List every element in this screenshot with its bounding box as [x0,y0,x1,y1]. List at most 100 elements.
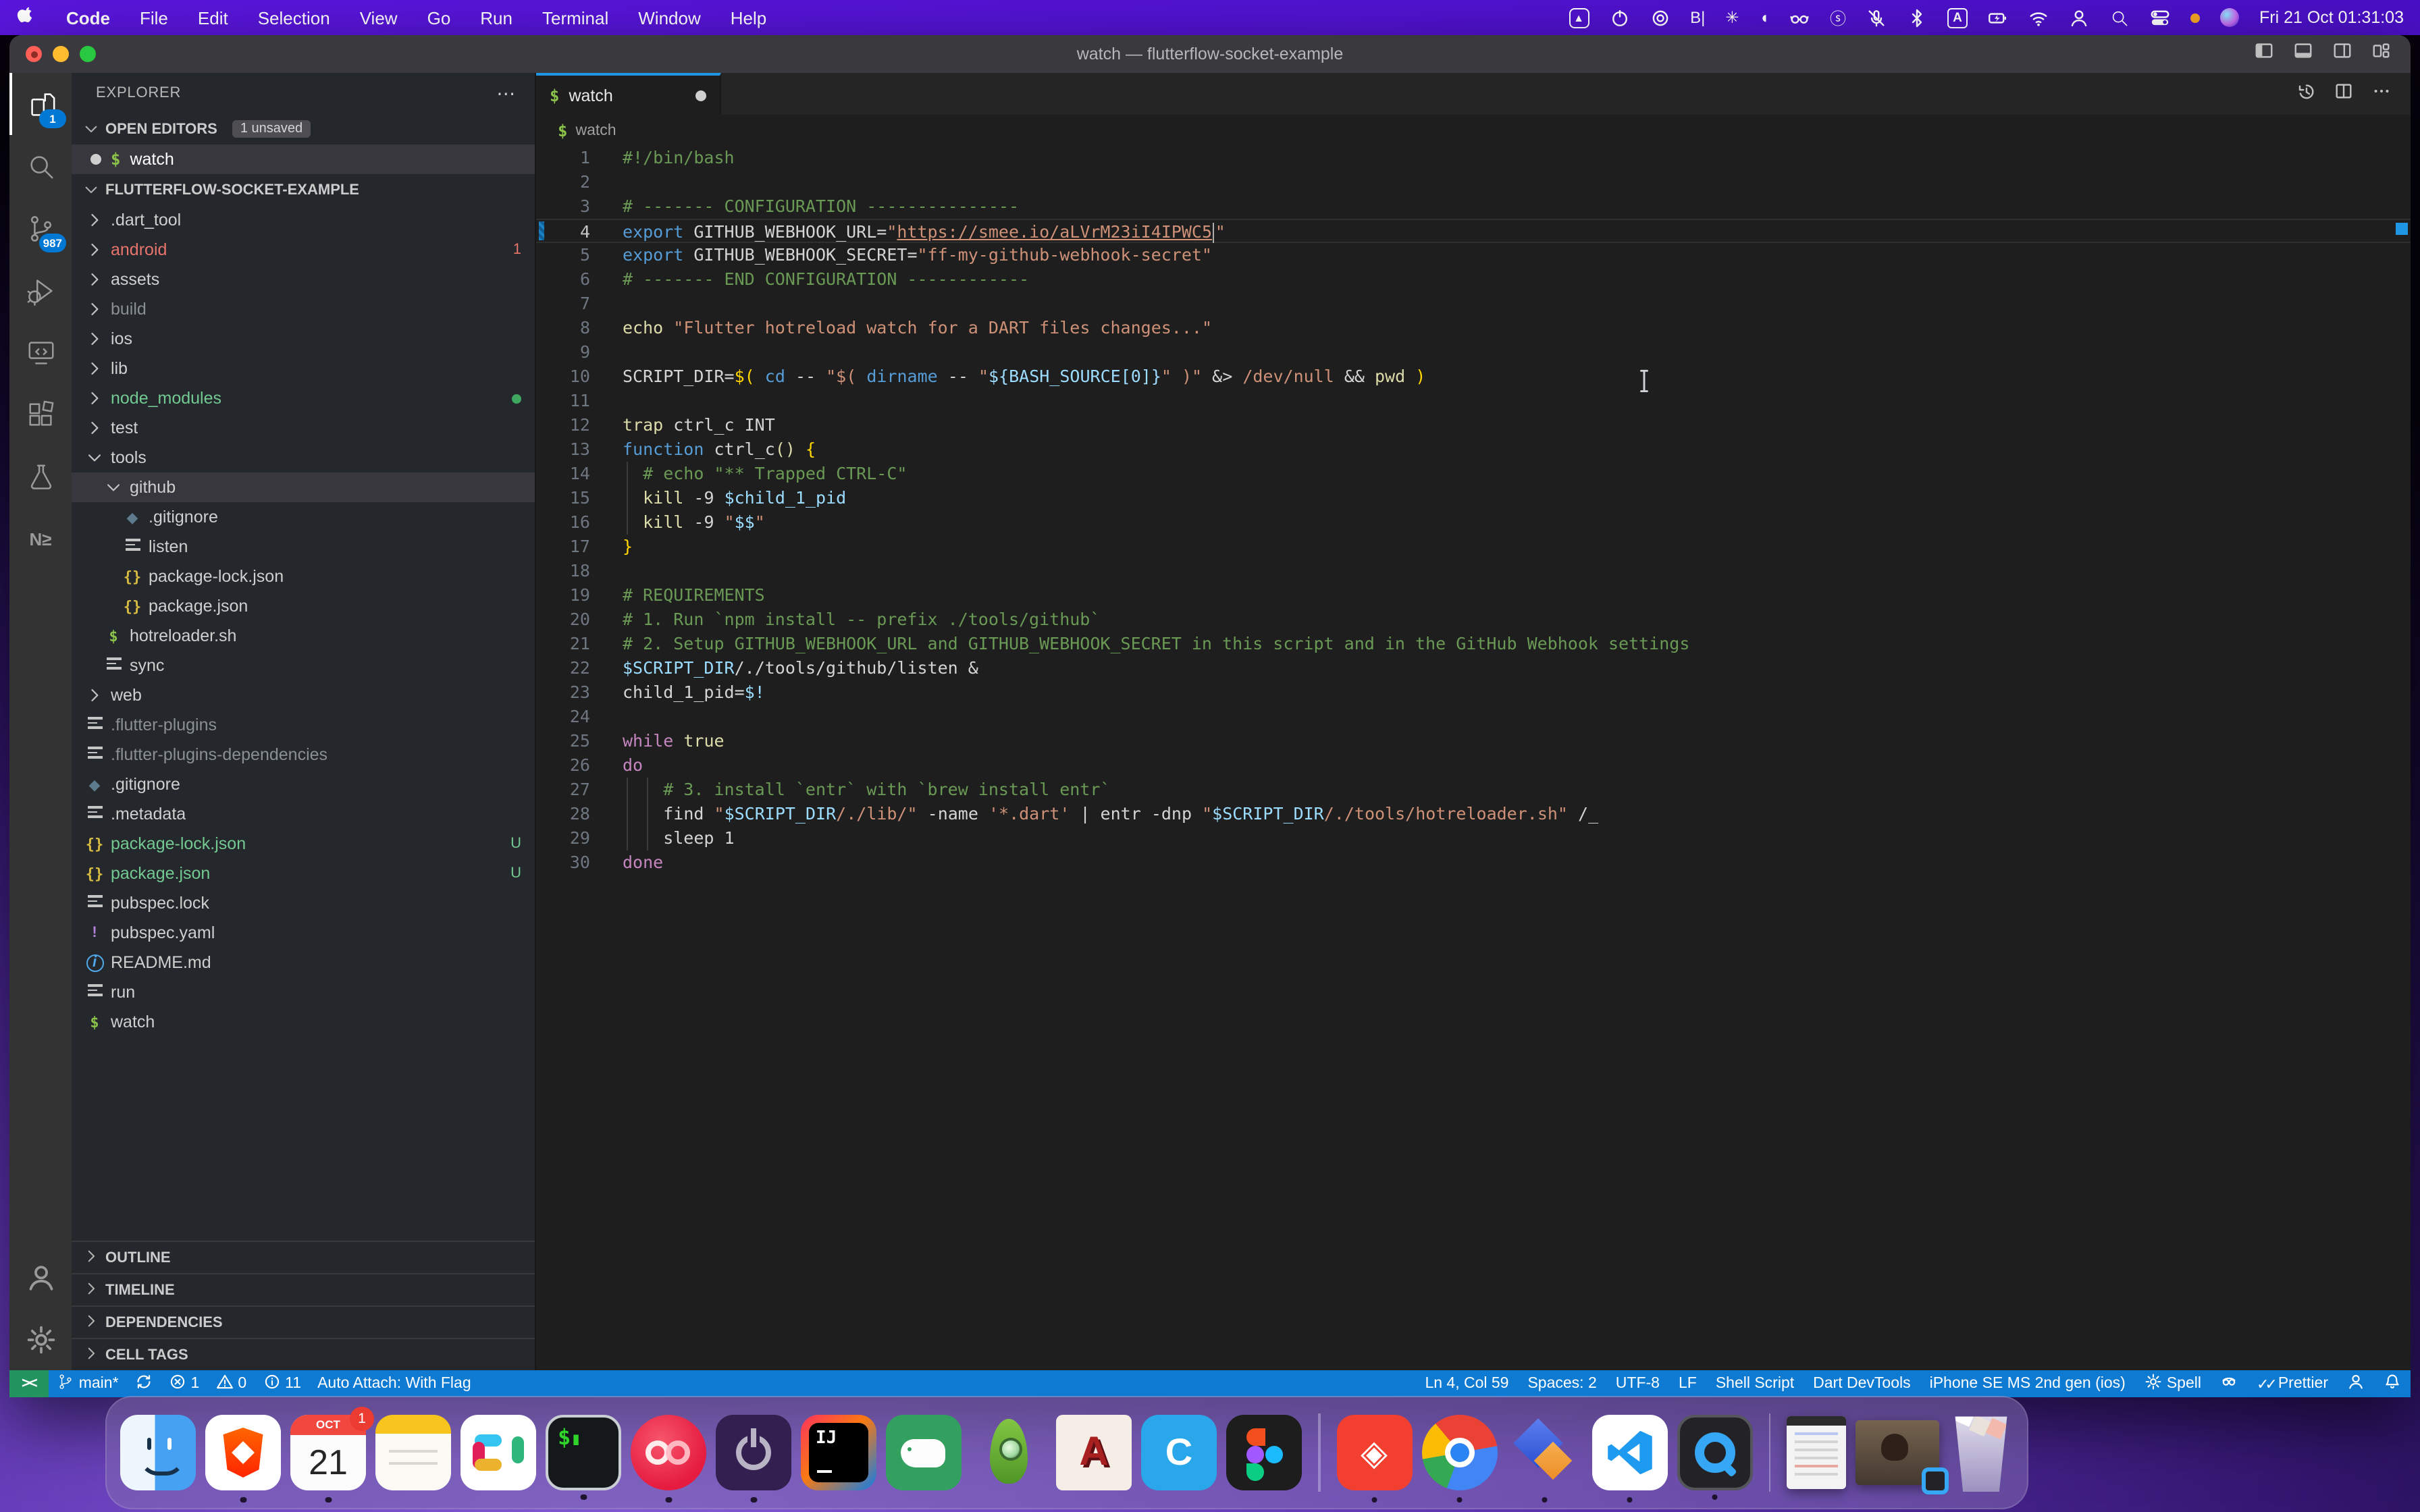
tree-item-web[interactable]: web [72,680,535,710]
tree-item-test[interactable]: test [72,413,535,443]
tree-item-package.json[interactable]: {} package.json [72,591,535,621]
tree-item-.gitignore[interactable]: ◆ .gitignore [72,502,535,532]
remote-indicator[interactable]: >< [9,1370,49,1397]
split-editor-icon[interactable] [2334,80,2354,107]
notifications-bell[interactable] [2374,1370,2411,1397]
tree-item-node_modules[interactable]: node_modules [72,383,535,413]
code-line-16[interactable]: 16 kill -9 "$$" [536,510,2411,535]
code-line-27[interactable]: 27 # 3. install `entr` with `brew instal… [536,778,2411,802]
dock-item-trash[interactable] [1955,1416,2007,1492]
dock-item-chrome[interactable] [1421,1415,1497,1503]
breadcrumb[interactable]: $ watch [536,115,2411,146]
spell-checker[interactable]: Spell [2135,1370,2211,1397]
tree-item-pubspec.lock[interactable]: pubspec.lock [72,888,535,918]
code-line-15[interactable]: 15 kill -9 $child_1_pid [536,486,2411,510]
dock-item-manatee-app[interactable] [886,1415,962,1490]
dock-item-authy[interactable] [631,1415,706,1503]
dock-item-calendar[interactable]: OCT 21 1 [290,1407,374,1503]
zoom-window-button[interactable] [80,46,96,62]
glasses-icon[interactable] [1789,7,1810,28]
dock-item-slack[interactable] [461,1415,536,1490]
sidebar-more-actions-icon[interactable]: ⋯ [496,82,516,105]
red-app-icon[interactable]: ◖ [1759,8,1769,27]
tree-item-lib[interactable]: lib [72,354,535,383]
indentation-indicator[interactable]: Spaces: 2 [1518,1370,1606,1397]
section-dependencies[interactable]: DEPENDENCIES [72,1305,535,1338]
feedback[interactable] [2338,1370,2374,1397]
tree-item-.metadata[interactable]: .metadata [72,799,535,829]
apple-menu-icon[interactable] [16,5,36,30]
dock-item-blue-diamond-app[interactable] [1506,1415,1582,1503]
tree-item-.gitignore[interactable]: ◆ .gitignore [72,770,535,799]
activity-source-control[interactable]: 987 [9,197,72,259]
code-line-4[interactable]: 4 export GITHUB_WEBHOOK_URL="https://smee… [536,219,2411,243]
tree-item-watch[interactable]: $ watch [72,1007,535,1037]
account-icon[interactable] [2069,7,2089,28]
code-line-20[interactable]: 20 # 1. Run `npm install -- prefix ./tool… [536,608,2411,632]
code-line-17[interactable]: 17} [536,535,2411,559]
code-line-18[interactable]: 18 [536,559,2411,583]
dock-item-window-preview-video[interactable] [1856,1420,1949,1494]
activity-nx-console[interactable]: N≥ [9,508,72,570]
control-center-icon[interactable] [2150,7,2170,28]
code-line-10[interactable]: 10 SCRIPT_DIR=$( cd -- "$( dirname -- "${… [536,364,2411,389]
dock-item-brave[interactable] [205,1415,281,1503]
code-line-29[interactable]: 29 sleep 1 [536,826,2411,850]
dock-item-window-preview-doc[interactable] [1787,1416,1846,1489]
menu-item-go[interactable]: Go [427,7,451,28]
section-outline[interactable]: OUTLINE [72,1241,535,1273]
menu-item-view[interactable]: View [360,7,398,28]
open-editor-item-watch[interactable]: $ watch [72,144,535,174]
tree-item-listen[interactable]: listen [72,532,535,562]
code-line-19[interactable]: 19 # REQUIREMENTS [536,583,2411,608]
input-source-icon[interactable]: A [1947,7,1968,28]
seal-icon[interactable]: ⓢ [1830,6,1846,29]
tree-item-.flutter-plugins[interactable]: .flutter-plugins [72,710,535,740]
activity-remote-explorer[interactable] [9,321,72,383]
tree-item-sync[interactable]: sync [72,651,535,680]
menu-item-help[interactable]: Help [731,7,767,28]
customize-layout-icon[interactable] [2371,40,2392,68]
toggle-panel-icon[interactable] [2293,40,2313,68]
menu-item-code[interactable]: Code [66,7,110,28]
tree-item-package-lock.json[interactable]: {} package-lock.json U [72,829,535,859]
menubar-clock[interactable]: Fri 21 Oct 01:31:03 [2259,8,2404,27]
problems-warnings[interactable]: 0 [207,1370,255,1397]
code-editor[interactable]: 1 #!/bin/bash 2 3 # ------- CONFIGURATION --… [536,146,2411,1370]
title-bar[interactable]: watch — flutterflow-socket-example [9,35,2411,73]
activity-testing[interactable] [9,446,72,508]
menu-item-edit[interactable]: Edit [198,7,228,28]
dock-item-power-app[interactable] [716,1415,791,1503]
dock-item-c-app[interactable]: C [1141,1415,1217,1490]
code-line-25[interactable]: 25 while true [536,729,2411,753]
tree-item-package.json[interactable]: {} package.json U [72,859,535,888]
dock-item-vscode[interactable] [1592,1415,1667,1503]
tree-item-github[interactable]: github [72,473,535,502]
auto-attach[interactable]: Auto Attach: With Flag [309,1370,479,1397]
snowflake-icon[interactable]: ✳ [1725,8,1739,27]
tree-item-README.md[interactable]: i README.md [72,948,535,977]
code-line-8[interactable]: 8 echo "Flutter hotreload watch for a DAR… [536,316,2411,340]
code-line-13[interactable]: 13 function ctrl_c() { [536,437,2411,462]
menu-item-run[interactable]: Run [480,7,512,28]
activity-settings[interactable] [9,1308,72,1370]
code-line-12[interactable]: 12 trap ctrl_c INT [536,413,2411,437]
code-line-26[interactable]: 26 do [536,753,2411,778]
project-root-header[interactable]: FLUTTERFLOW-SOCKET-EXAMPLE [72,174,535,205]
code-line-9[interactable]: 9 [536,340,2411,364]
mic-muted-icon[interactable] [1866,7,1887,28]
code-line-2[interactable]: 2 [536,170,2411,194]
dock-item-autocad[interactable]: A [1056,1415,1132,1490]
activity-search[interactable] [9,135,72,197]
dock-item-quicktime[interactable] [1677,1415,1752,1500]
close-window-button[interactable] [26,46,42,62]
dart-devtools[interactable]: Dart DevTools [1804,1370,1920,1397]
problems-info[interactable]: 11 [255,1370,309,1397]
code-line-28[interactable]: 28 find "$SCRIPT_DIR/./lib/" -name '*.da… [536,802,2411,826]
menu-item-selection[interactable]: Selection [258,7,330,28]
dock-item-figma[interactable] [1226,1415,1302,1490]
activity-extensions[interactable] [9,383,72,446]
tree-item-package-lock.json[interactable]: {} package-lock.json [72,562,535,591]
spotlight-icon[interactable] [2109,7,2130,28]
more-actions-icon[interactable] [2371,80,2392,107]
